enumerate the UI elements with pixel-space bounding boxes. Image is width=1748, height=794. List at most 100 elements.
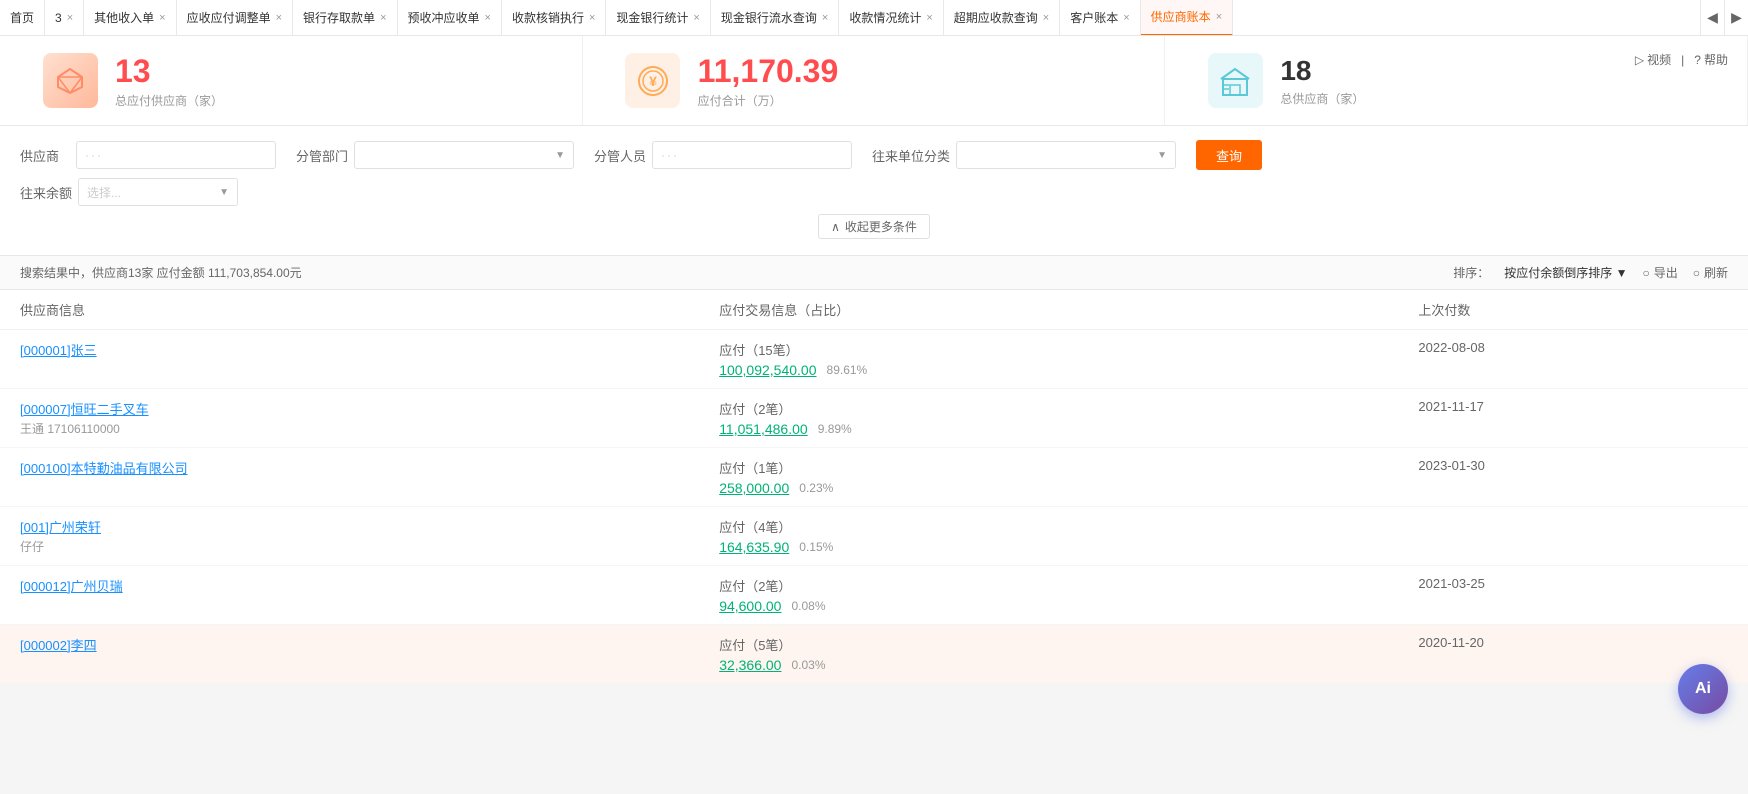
collapse-label: 收起更多条件 [845, 218, 917, 235]
col-header-supplier: 供应商信息 [0, 290, 699, 330]
tx-label: 应付（5笔） [719, 635, 1378, 654]
supplier-link[interactable]: [000001]张三 [20, 343, 97, 358]
nav-tab-cash-stats[interactable]: 现金银行统计 × [606, 0, 710, 36]
supplier-cell: [000001]张三 [0, 330, 699, 389]
stat-content-total-suppliers: 18 总供应商（家） [1280, 54, 1364, 107]
col-header-lastpay: 上次付数 [1398, 290, 1748, 330]
tx-pct: 0.03% [791, 658, 825, 672]
nav-tab-receipt-stats[interactable]: 收款情况统计 × [839, 0, 943, 36]
nav-tab-prepay[interactable]: 预收冲应收单 × [398, 0, 502, 36]
video-label: 视频 [1647, 51, 1671, 68]
tx-amount[interactable]: 94,600.00 [719, 598, 781, 614]
ai-button[interactable]: Ai [1678, 664, 1728, 714]
supplier-input[interactable]: ··· [76, 141, 276, 169]
stat-item-total-suppliers: 18 总供应商（家） [1165, 36, 1748, 125]
table-header-row: 供应商信息 应付交易信息（占比） 上次付数 [0, 290, 1748, 330]
tx-cell: 应付（15笔）100,092,540.0089.61% [699, 330, 1398, 389]
balance-placeholder: 选择... [87, 184, 121, 201]
nav-tab-prepay-close[interactable]: × [485, 12, 491, 24]
supplier-link[interactable]: [000012]广州贝瑞 [20, 579, 123, 594]
nav-tab-customer-ledger[interactable]: 客户账本 × [1060, 0, 1140, 36]
balance-select[interactable]: 选择... ▼ [78, 178, 238, 206]
tx-label: 应付（1笔） [719, 458, 1378, 477]
nav-tab-bank[interactable]: 银行存取款单 × [293, 0, 397, 36]
nav-tab-adjustment[interactable]: 应收应付调整单 × [177, 0, 293, 36]
person-filter-label: 分管人员 [594, 146, 646, 165]
supplier-cell: [001]广州荣轩仔仔 [0, 507, 699, 566]
tx-amount[interactable]: 100,092,540.00 [719, 362, 816, 378]
nav-tab-adjustment-close[interactable]: × [276, 12, 282, 24]
tx-amount[interactable]: 164,635.90 [719, 539, 789, 555]
dept-select[interactable]: ▼ [354, 141, 574, 169]
refresh-icon: ○ [1693, 266, 1700, 280]
supplier-link[interactable]: [000100]本特勤油品有限公司 [20, 461, 188, 476]
tx-amount[interactable]: 258,000.00 [719, 480, 789, 496]
balance-chevron-icon: ▼ [219, 187, 229, 198]
sort-value-label: 按应付余额倒序排序 [1504, 266, 1612, 280]
nav-tab-supplier-ledger[interactable]: 供应商账本 × [1141, 0, 1233, 36]
supplier-sub-info: 王通 17106110000 [20, 420, 679, 437]
sort-dropdown[interactable]: 按应付余额倒序排序 ▼ [1504, 264, 1627, 281]
export-button[interactable]: ○ 导出 [1642, 264, 1677, 281]
tx-cell: 应付（5笔） 32,366.00 0.03% [699, 625, 1398, 684]
tx-pct: 0.15% [799, 540, 833, 554]
filter-area: 供应商 ··· 分管部门 ▼ 分管人员 ··· 往来单位分类 ▼ 查询 [0, 126, 1748, 256]
tx-label: 应付（2笔） [719, 399, 1378, 418]
nav-tab-bank-close[interactable]: × [380, 12, 386, 24]
nav-arrow-left[interactable]: ◀ [1700, 0, 1724, 36]
stat-icon-store [1205, 51, 1265, 111]
video-link[interactable]: ▷ 视频 [1635, 51, 1671, 68]
nav-tab-cash-flow[interactable]: 现金银行流水查询 × [711, 0, 839, 36]
last-pay-cell: 2022-08-08 [1398, 330, 1748, 389]
results-summary: 搜索结果中，供应商13家 应付金额 111,703,854.00元 [20, 264, 302, 281]
nav-tab-cash-flow-close[interactable]: × [822, 12, 828, 24]
tx-cell: 应付（2笔） 11,051,486.00 9.89% [699, 389, 1398, 448]
supplier-link[interactable]: [001]广州荣轩 [20, 520, 101, 535]
help-link[interactable]: ? 帮助 [1694, 51, 1728, 68]
right-actions: 排序： 按应付余额倒序排序 ▼ ○ 导出 ○ 刷新 [1453, 264, 1728, 281]
last-pay-cell: 2023-01-30 [1398, 448, 1748, 507]
person-input[interactable]: ··· [652, 141, 852, 169]
filter-person: 分管人员 ··· [594, 141, 852, 169]
table-row: [000100]本特勤油品有限公司应付（1笔）258,000.000.23%20… [0, 448, 1748, 507]
tx-pct: 9.89% [818, 422, 852, 436]
nav-tab-receipt-stats-close[interactable]: × [926, 12, 932, 24]
payable-suppliers-label: 总应付供应商（家） [115, 92, 223, 109]
nav-tab-overdue-close[interactable]: × [1043, 12, 1049, 24]
supplier-placeholder: ··· [85, 148, 103, 162]
nav-tab-collection-close[interactable]: × [589, 12, 595, 24]
nav-tab-cash-stats-close[interactable]: × [693, 12, 699, 24]
nav-tab-3[interactable]: 3 × [45, 0, 84, 36]
separator: | [1681, 51, 1684, 68]
tx-label: 应付（4笔） [719, 517, 1378, 536]
tx-pct: 89.61% [827, 363, 868, 377]
nav-tab-home[interactable]: 首页 [0, 0, 45, 36]
tx-cell: 应付（1笔）258,000.000.23% [699, 448, 1398, 507]
nav-tab-3-close[interactable]: × [67, 12, 73, 24]
nav-arrow-right[interactable]: ▶ [1724, 0, 1748, 36]
collapse-button[interactable]: ∧ 收起更多条件 [818, 214, 930, 239]
supplier-link[interactable]: [000002]李四 [20, 638, 97, 653]
ai-button-label: Ai [1695, 680, 1711, 698]
nav-tab-collection[interactable]: 收款核销执行 × [502, 0, 606, 36]
nav-tab-other-income[interactable]: 其他收入单 × [84, 0, 176, 36]
col-header-tx: 应付交易信息（占比） [699, 290, 1398, 330]
refresh-button[interactable]: ○ 刷新 [1693, 264, 1728, 281]
nav-tab-other-income-label: 其他收入单 [94, 9, 154, 26]
payable-total-number: 11,170.39 [698, 52, 839, 90]
search-button[interactable]: 查询 [1196, 140, 1262, 170]
nav-tab-supplier-ledger-label: 供应商账本 [1151, 8, 1211, 25]
filter-row-2: 往来余额 选择... ▼ [20, 178, 1728, 206]
nav-tab-other-income-close[interactable]: × [159, 12, 165, 24]
total-suppliers-label: 总供应商（家） [1280, 90, 1364, 107]
nav-tab-supplier-ledger-close[interactable]: × [1216, 11, 1222, 23]
nav-tab-home-label: 首页 [10, 9, 34, 26]
nav-tab-receipt-stats-label: 收款情况统计 [849, 9, 921, 26]
category-select[interactable]: ▼ [956, 141, 1176, 169]
tx-amount[interactable]: 11,051,486.00 [719, 421, 808, 437]
supplier-filter-label: 供应商 [20, 146, 70, 165]
supplier-link[interactable]: [000007]恒旺二手叉车 [20, 402, 149, 417]
tx-amount[interactable]: 32,366.00 [719, 657, 781, 673]
nav-tab-customer-ledger-close[interactable]: × [1123, 12, 1129, 24]
nav-tab-overdue[interactable]: 超期应收款查询 × [944, 0, 1060, 36]
